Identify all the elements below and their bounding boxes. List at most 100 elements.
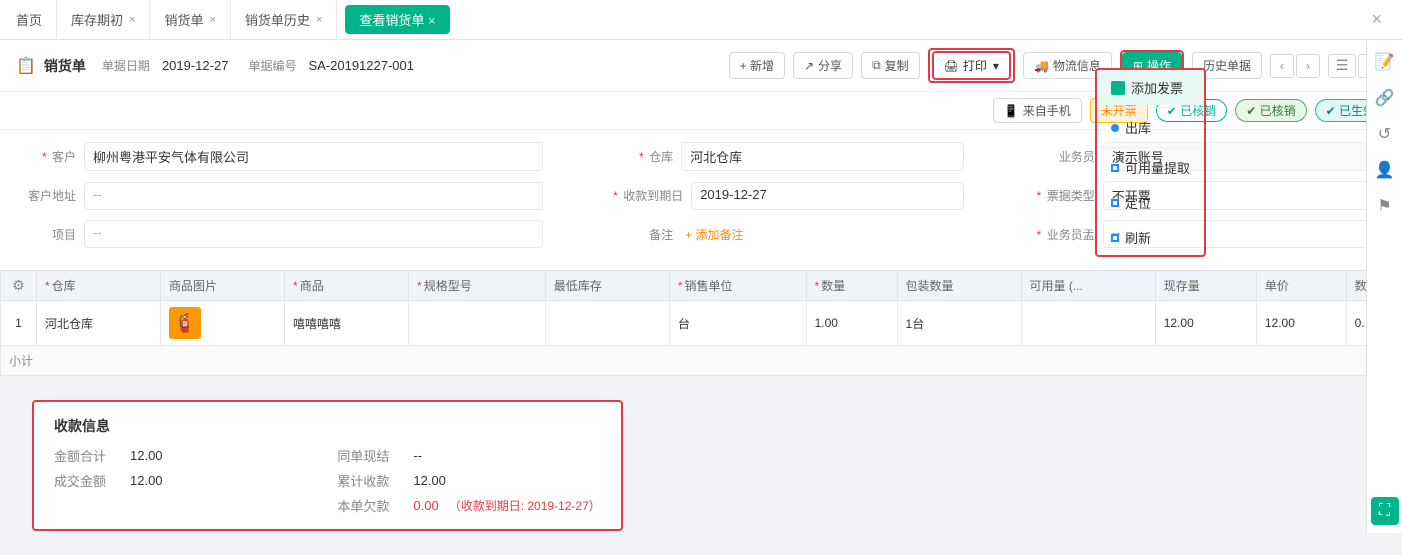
total-value: 12.00 bbox=[130, 448, 163, 463]
sold-badge[interactable]: ✔ 已核销 bbox=[1235, 99, 1306, 122]
available-qty-item[interactable]: 可用量提取 bbox=[1097, 150, 1204, 185]
next-arrow[interactable]: › bbox=[1296, 54, 1320, 78]
refresh-item[interactable]: 刷新 bbox=[1097, 220, 1204, 255]
share-button[interactable]: ↗ 分享 bbox=[793, 52, 853, 79]
row-product[interactable]: 嘻嘻嘻嘻 bbox=[285, 301, 409, 346]
tab-inventory[interactable]: 库存期初 × bbox=[57, 0, 150, 40]
payment-received-row: 累计收款 12.00 bbox=[337, 471, 600, 490]
col-product-img: 商品图片 bbox=[161, 271, 285, 301]
owed-label: 本单欠款 bbox=[337, 496, 407, 515]
row-available[interactable] bbox=[1021, 301, 1155, 346]
add-invoice-icon bbox=[1111, 81, 1125, 95]
inventory-tab-close[interactable]: × bbox=[129, 14, 135, 26]
sidebar-flag-icon[interactable]: ⚑ bbox=[1371, 192, 1399, 220]
doc-title-area: 📋 销货单 单据日期 2019-12-27 单据编号 SA-20191227-0… bbox=[16, 56, 414, 76]
prev-arrow[interactable]: ‹ bbox=[1270, 54, 1294, 78]
same-order-label: 同单现结 bbox=[337, 446, 407, 465]
tab-sales-order[interactable]: 销货单 × bbox=[150, 0, 230, 40]
number-value: SA-20191227-001 bbox=[308, 58, 414, 73]
col-pack-qty: 包装数量 bbox=[897, 271, 1021, 301]
col-unit-price: 单价 bbox=[1256, 271, 1346, 301]
list-view-btn[interactable]: ☰ bbox=[1328, 54, 1356, 78]
sales-history-tab-label: 销货单历史 bbox=[245, 10, 310, 29]
locate-item[interactable]: 定位 bbox=[1097, 185, 1204, 220]
nav-arrows: ‹ › bbox=[1270, 54, 1320, 78]
check-sales-tab-close[interactable]: × bbox=[428, 13, 436, 28]
same-order-value: -- bbox=[413, 448, 422, 463]
address-value[interactable]: -- bbox=[84, 182, 543, 210]
row-stock[interactable]: 12.00 bbox=[1155, 301, 1256, 346]
refresh-label: 刷新 bbox=[1125, 228, 1151, 247]
ticket-type-label: * 票据类型 bbox=[1035, 187, 1095, 204]
window-close-btn[interactable]: × bbox=[1371, 9, 1392, 30]
warehouse-value[interactable]: 河北仓库 bbox=[681, 142, 964, 171]
col-warehouse: *仓库 bbox=[37, 271, 161, 301]
effective-check-icon: ✔ bbox=[1326, 104, 1339, 118]
sidebar-refresh-icon[interactable]: ↺ bbox=[1371, 120, 1399, 148]
tab-check-sales[interactable]: 查看销货单 × bbox=[345, 5, 449, 34]
settings-icon: ⚙ bbox=[12, 277, 25, 293]
number-label: 单据编号 bbox=[248, 57, 296, 74]
subtotal-row: 小计 bbox=[1, 346, 1402, 376]
sidebar-edit-icon[interactable]: 📝 bbox=[1371, 48, 1399, 76]
row-pack-qty[interactable]: 1台 bbox=[897, 301, 1021, 346]
salesperson2-label: * 业务员盂 bbox=[1035, 226, 1095, 243]
date-value: 2019-12-27 bbox=[162, 58, 229, 73]
sidebar-user-icon[interactable]: 👤 bbox=[1371, 156, 1399, 184]
payment-red-box: 收款信息 金额合计 12.00 同单现结 -- 成交金额 12.00 累计收款 … bbox=[32, 400, 623, 531]
customer-value[interactable]: 柳州粤港平安气体有限公司 bbox=[84, 142, 543, 171]
dropdown-container: 添加发票 出库 可用量提取 定位 刷新 bbox=[1095, 68, 1206, 257]
due-date-value[interactable]: 2019-12-27 bbox=[691, 182, 964, 210]
data-table: ⚙ *仓库 商品图片 *商品 *规格型号 最低库存 *销售单位 bbox=[0, 270, 1402, 376]
add-invoice-item[interactable]: 添加发票 bbox=[1097, 70, 1204, 105]
payment-title: 收款信息 bbox=[54, 416, 601, 436]
copy-label: 复制 bbox=[885, 57, 909, 74]
outbound-item[interactable]: 出库 bbox=[1097, 110, 1204, 145]
date-label: 单据日期 bbox=[102, 57, 150, 74]
print-button[interactable]: 🖨 打印 ▾ bbox=[932, 51, 1011, 80]
ops-dropdown-menu: 添加发票 出库 可用量提取 定位 刷新 bbox=[1095, 68, 1206, 257]
salesperson-label: 业务员 bbox=[1035, 148, 1095, 165]
tab-home[interactable]: 首页 bbox=[10, 0, 57, 40]
due-date-label: * 收款到期日 bbox=[613, 187, 683, 204]
sales-order-tab-close[interactable]: × bbox=[209, 14, 215, 26]
total-label: 金额合计 bbox=[54, 446, 124, 465]
address-label: 客户地址 bbox=[16, 187, 76, 204]
print-label: 打印 bbox=[963, 57, 987, 74]
deal-value: 12.00 bbox=[130, 473, 163, 488]
col-settings[interactable]: ⚙ bbox=[1, 271, 37, 301]
sold-label: 已核销 bbox=[1260, 104, 1296, 118]
row-spec[interactable] bbox=[409, 301, 546, 346]
menu-divider-1 bbox=[1097, 107, 1204, 108]
sidebar-expand-icon[interactable]: ⛶ bbox=[1371, 497, 1399, 525]
tab-sales-history[interactable]: 销货单历史 × bbox=[231, 0, 337, 40]
col-product: *商品 bbox=[285, 271, 409, 301]
print-dropdown-arrow[interactable]: ▾ bbox=[993, 59, 999, 73]
sales-history-tab-close[interactable]: × bbox=[316, 14, 322, 26]
add-note-button[interactable]: + 添加备注 bbox=[685, 226, 743, 243]
row-quantity[interactable]: 1.00 bbox=[806, 301, 897, 346]
project-field: 项目 -- bbox=[16, 220, 543, 248]
row-warehouse[interactable]: 河北仓库 bbox=[37, 301, 161, 346]
sidebar-link-icon[interactable]: 🔗 bbox=[1371, 84, 1399, 112]
row-num: 1 bbox=[1, 301, 37, 346]
col-min-stock: 最低库存 bbox=[545, 271, 669, 301]
new-button[interactable]: + 新增 bbox=[729, 52, 785, 79]
row-min-stock[interactable] bbox=[545, 301, 669, 346]
salesperson2-field: * 业务员盂 -- bbox=[1035, 220, 1386, 248]
project-value[interactable]: -- bbox=[84, 220, 543, 248]
locate-label: 定位 bbox=[1125, 193, 1151, 212]
owed-suffix: （收款到期日: 2019-12-27） bbox=[449, 497, 601, 514]
tab-bar: 首页 库存期初 × 销货单 × 销货单历史 × 查看销货单 × × bbox=[0, 0, 1402, 40]
from-phone-btn[interactable]: 📱 来自手机 bbox=[993, 98, 1082, 123]
phone-icon: 📱 bbox=[1004, 104, 1019, 118]
share-icon: ↗ bbox=[804, 59, 814, 73]
copy-button[interactable]: ⧉ 复制 bbox=[861, 52, 920, 79]
salesperson-field: 业务员 演示账号 bbox=[1035, 142, 1386, 171]
row-sales-unit[interactable]: 台 bbox=[669, 301, 806, 346]
col-sales-unit: *销售单位 bbox=[669, 271, 806, 301]
row-unit-price[interactable]: 12.00 bbox=[1256, 301, 1346, 346]
received-value: 12.00 bbox=[413, 473, 446, 488]
copy-icon: ⧉ bbox=[872, 58, 881, 73]
warehouse-field: * 仓库 河北仓库 bbox=[613, 142, 964, 171]
